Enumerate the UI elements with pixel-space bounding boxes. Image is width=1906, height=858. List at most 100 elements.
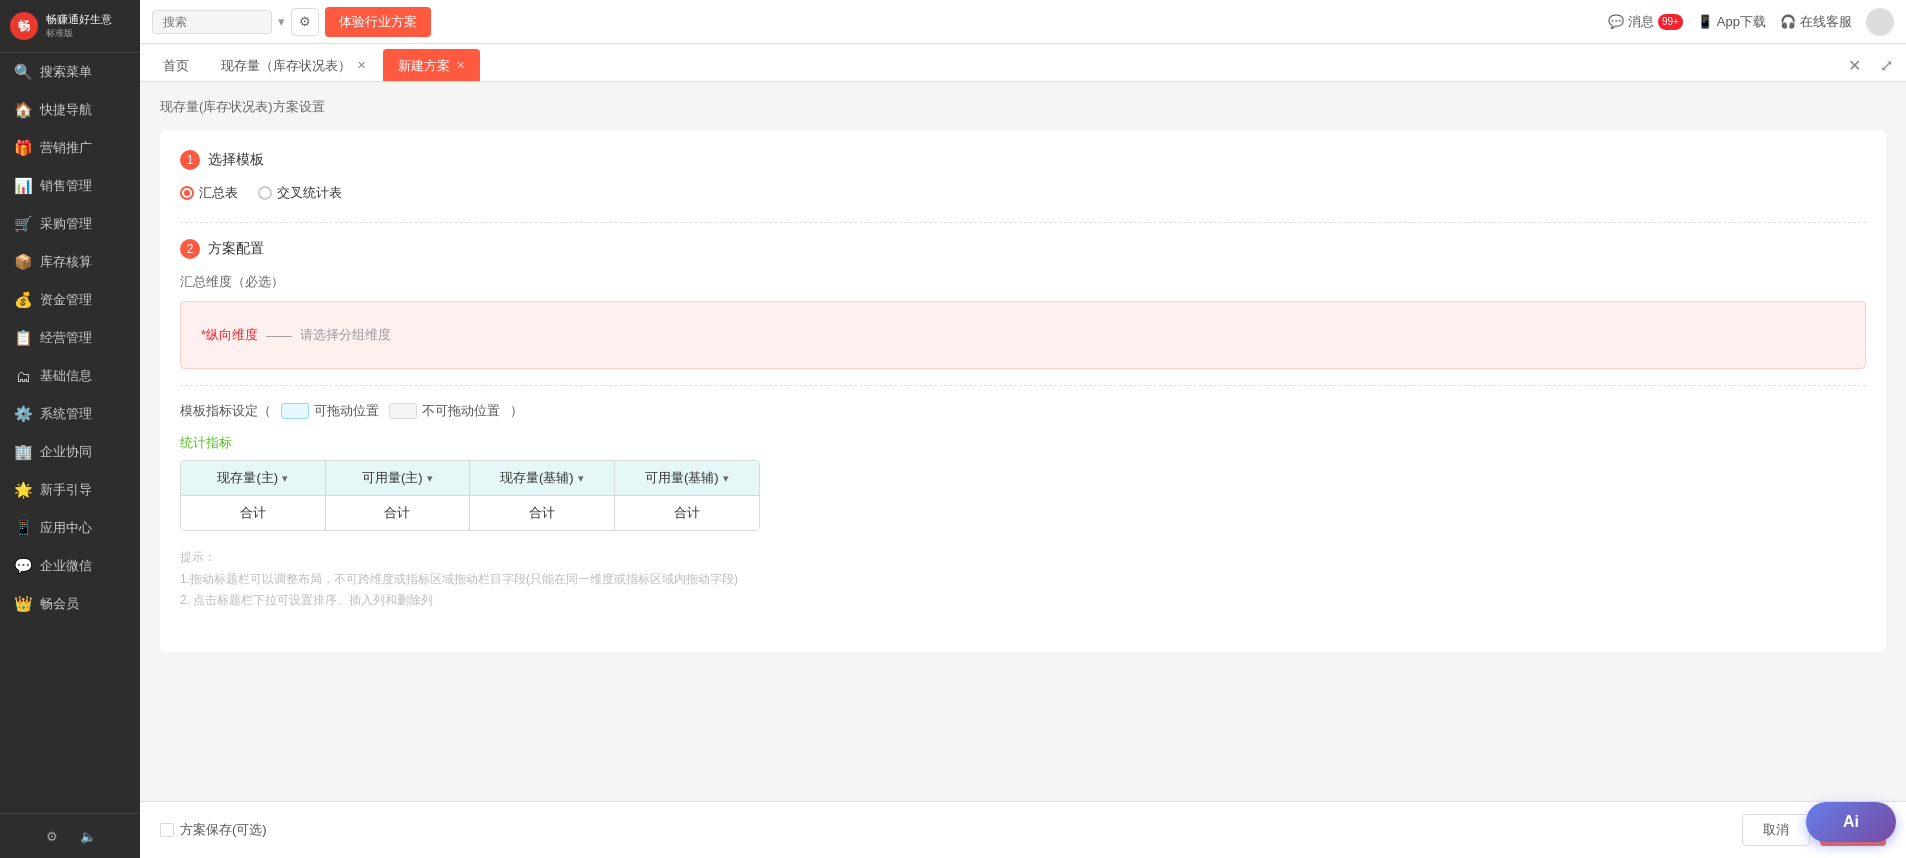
settings-card: 1 选择模板 汇总表 交叉统计表 2 [160,130,1886,652]
chevron-down-icon-0[interactable]: ▾ [282,472,288,485]
topbar-right: 💬 消息 99+ 📱 App下载 🎧 在线客服 [1608,8,1894,36]
sidebar-item-wechat[interactable]: 💬 企业微信 [0,547,140,585]
sidebar-item-label-basic-info: 基础信息 [40,367,92,385]
sidebar-item-purchase[interactable]: 🛒 采购管理 [0,205,140,243]
radio-cross[interactable]: 交叉统计表 [258,184,342,202]
headset-icon: 🎧 [1780,14,1796,29]
sidebar-item-label-purchase: 采购管理 [40,215,92,233]
tip2: 2. 点击标题栏下拉可设置排序、插入列和删除列 [180,590,1866,612]
basic-info-icon: 🗂 [14,367,32,385]
finance-icon: 💰 [14,291,32,309]
search-input[interactable] [152,10,272,34]
tab-new-scheme[interactable]: 新建方案 ✕ [383,49,480,81]
customer-service-item[interactable]: 🎧 在线客服 [1780,13,1852,31]
sidebar-item-enterprise[interactable]: 🏢 企业协同 [0,433,140,471]
sidebar-item-label-operations: 经营管理 [40,329,92,347]
settings-btn[interactable]: ⚙ [36,822,68,850]
metrics-table-body: 合计合计合计合计 [181,495,759,530]
template-radio-group: 汇总表 交叉统计表 [180,184,1866,202]
chevron-down-icon-2[interactable]: ▾ [578,472,584,485]
draggable-chip [281,403,309,419]
enterprise-icon: 🏢 [14,443,32,461]
tab-home[interactable]: 首页 [148,49,204,81]
app-center-icon: 📱 [14,519,32,537]
sidebar-item-app-center[interactable]: 📱 应用中心 [0,509,140,547]
message-icon: 💬 [1608,14,1624,29]
indicator-close: ） [510,402,523,420]
radio-summary-label: 汇总表 [199,184,238,202]
sidebar-item-sales[interactable]: 📊 销售管理 [0,167,140,205]
avatar[interactable] [1866,8,1894,36]
sidebar-item-label-app-center: 应用中心 [40,519,92,537]
sidebar-item-label-enterprise: 企业协同 [40,443,92,461]
chevron-down-icon-3[interactable]: ▾ [723,472,729,485]
dim-placeholder: 请选择分组维度 [300,326,391,344]
section-config: 2 方案配置 汇总维度（必选） *纵向维度 —— 请选择分组维度 模板指标设定（… [180,239,1866,612]
sidebar-item-label-marketing: 营销推广 [40,139,92,157]
phone-icon: 📱 [1697,14,1713,29]
gear-icon[interactable]: ⚙ [291,8,319,36]
sidebar-item-finance[interactable]: 💰 资金管理 [0,281,140,319]
tab-new-scheme-close[interactable]: ✕ [456,59,465,72]
operations-icon: 📋 [14,329,32,347]
section1-header: 1 选择模板 [180,150,1866,170]
metrics-header-cell-0[interactable]: 现存量(主) ▾ [181,461,326,495]
app-download-label: App下载 [1717,13,1766,31]
metrics-header-cell-1[interactable]: 可用量(主) ▾ [326,461,471,495]
cancel-button[interactable]: 取消 [1742,814,1810,846]
purchase-icon: 🛒 [14,215,32,233]
page-title: 现存量(库存状况表)方案设置 [160,98,1886,116]
marketing-icon: 🎁 [14,139,32,157]
metrics-header-label-2: 现存量(基辅) [500,469,574,487]
ai-fab-button[interactable]: Ai [1806,802,1896,842]
metrics-header-label-0: 现存量(主) [217,469,278,487]
tips-section: 提示： 1.拖动标题栏可以调整布局，不可跨维度或指标区域拖动栏目字段(只能在同一… [180,547,1866,612]
sidebar-item-search-menu[interactable]: 🔍 搜索菜单 [0,53,140,91]
sidebar-item-system[interactable]: ⚙️ 系统管理 [0,395,140,433]
section1-number: 1 [180,150,200,170]
indicator-label: 模板指标设定（ [180,402,271,420]
radio-summary[interactable]: 汇总表 [180,184,238,202]
app-download-item[interactable]: 📱 App下载 [1697,13,1766,31]
sidebar-nav: 🔍 搜索菜单 🏠 快捷导航 🎁 营销推广 📊 销售管理 🛒 采购管理 📦 库存核… [0,53,140,813]
metrics-header-cell-3[interactable]: 可用量(基辅) ▾ [615,461,760,495]
sidebar-item-label-inventory: 库存核算 [40,253,92,271]
sidebar-item-basic-info[interactable]: 🗂 基础信息 [0,357,140,395]
sidebar-item-label-newbie: 新手引导 [40,481,92,499]
metrics-header-label-3: 可用量(基辅) [645,469,719,487]
tab-inventory-status-close[interactable]: ✕ [357,59,366,72]
sound-btn[interactable]: 🔈 [72,822,104,850]
close-panel-button[interactable]: ✕ [1842,53,1866,77]
sidebar-item-operations[interactable]: 📋 经营管理 [0,319,140,357]
sidebar-item-marketing[interactable]: 🎁 营销推广 [0,129,140,167]
trial-industry-button[interactable]: 体验行业方案 [325,7,431,37]
search-menu-icon: 🔍 [14,63,32,81]
sidebar-item-member[interactable]: 👑 畅会员 [0,585,140,623]
metrics-header-cell-2[interactable]: 现存量(基辅) ▾ [470,461,615,495]
metrics-body-cell-0: 合计 [181,496,326,530]
sidebar-item-newbie[interactable]: 🌟 新手引导 [0,471,140,509]
stats-label: 统计指标 [180,434,1866,452]
system-icon: ⚙️ [14,405,32,423]
ai-fab-label: Ai [1843,813,1859,831]
message-item[interactable]: 💬 消息 99+ [1608,13,1683,31]
tab-inventory-status[interactable]: 现存量（库存状况表） ✕ [206,49,381,81]
save-option[interactable]: 方案保存(可选) [160,821,267,839]
non-draggable-chip [389,403,417,419]
logo-area: 畅 畅赚通好生意 标准版 [0,0,140,53]
sidebar-item-inventory[interactable]: 📦 库存核算 [0,243,140,281]
chevron-down-icon-1[interactable]: ▾ [427,472,433,485]
main-area: ▾ ⚙ 体验行业方案 💬 消息 99+ 📱 App下载 🎧 在线客服 首页 [140,0,1906,858]
sidebar-item-quick-nav[interactable]: 🏠 快捷导航 [0,91,140,129]
chevron-down-icon[interactable]: ▾ [278,14,285,29]
section2-title: 方案配置 [208,240,264,258]
newbie-icon: 🌟 [14,481,32,499]
sidebar-item-label-quick-nav: 快捷导航 [40,101,92,119]
customer-service-label: 在线客服 [1800,13,1852,31]
metrics-body-cell-2: 合计 [470,496,615,530]
tab-home-label: 首页 [163,57,189,75]
save-checkbox[interactable] [160,823,174,837]
expand-panel-button[interactable]: ⤢ [1874,53,1898,77]
metrics-body-cell-1: 合计 [326,496,471,530]
divider-1 [180,222,1866,223]
